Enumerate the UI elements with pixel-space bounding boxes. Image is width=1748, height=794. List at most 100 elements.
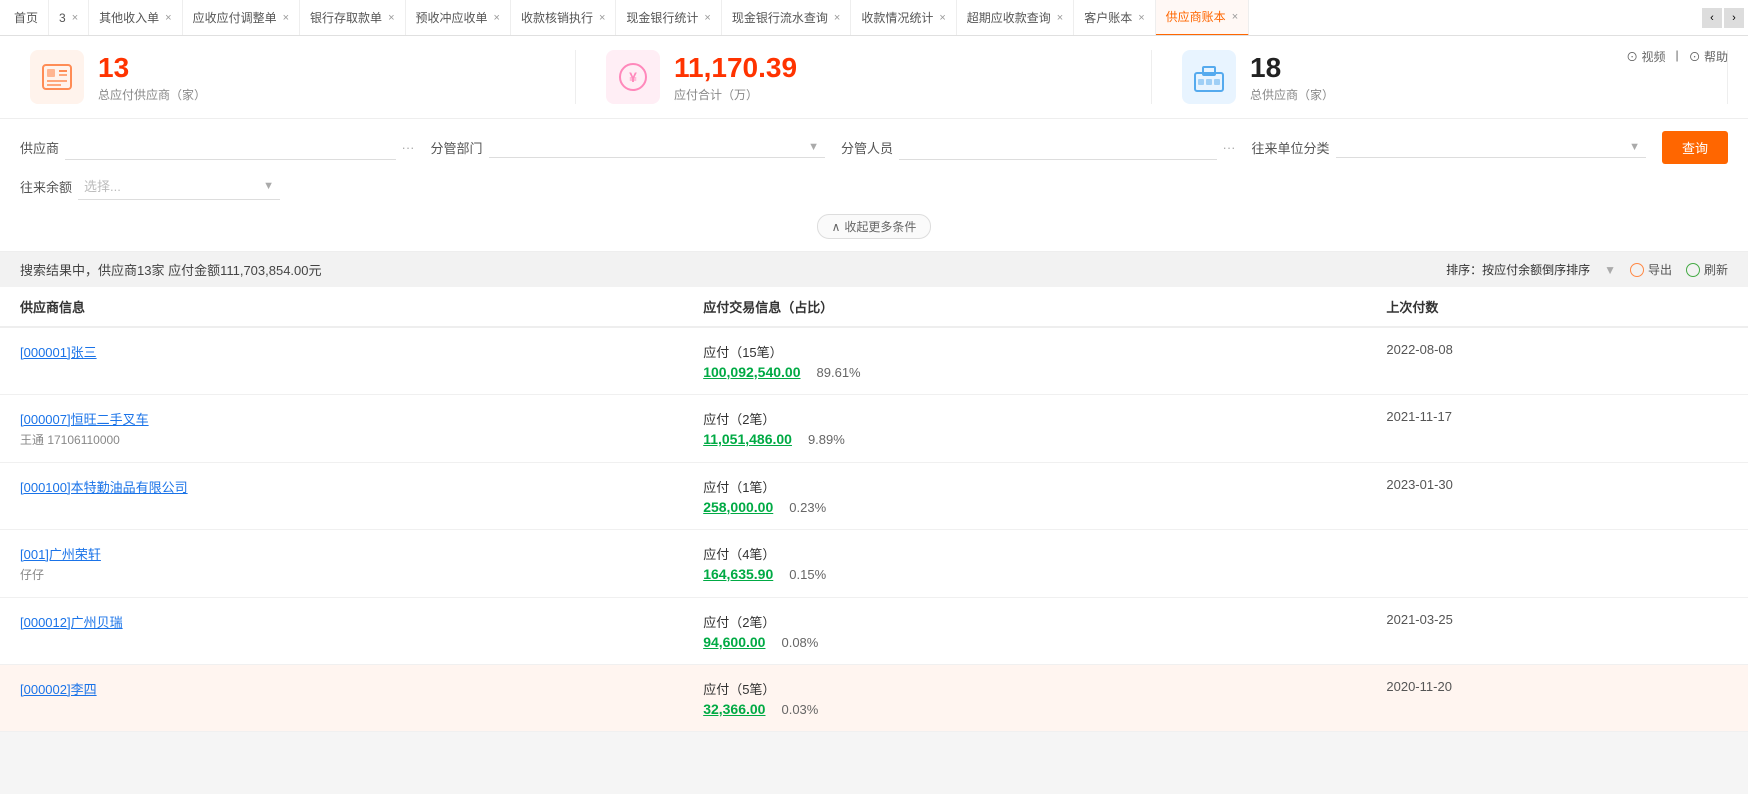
filter-dots-person[interactable]: ··· xyxy=(1223,140,1236,155)
tx-label-2: 应付（1笔） xyxy=(703,477,1386,496)
filter-select-balance[interactable]: 选择... ▼ xyxy=(78,172,280,200)
table-row: [000001]张三 应付（15笔） 100,092,540.00 89.61%… xyxy=(0,328,1748,395)
total-suppliers-label: 总供应商（家） xyxy=(1250,86,1334,103)
tx-percent-3: 0.15% xyxy=(789,567,826,582)
stat-text-total-suppliers: 18 总供应商（家） xyxy=(1250,51,1334,104)
supplier-link-0[interactable]: [000001]张三 xyxy=(20,342,703,361)
dept-dropdown-arrow: ▼ xyxy=(808,141,819,153)
nav-tab-other-income[interactable]: 其他收入单 × xyxy=(89,0,182,36)
filter-area: 供应商 ··· 分管部门 ▼ 分管人员 ··· 往来单位分类 ▼ 查询 往来 xyxy=(0,119,1748,252)
tx-label-5: 应付（5笔） xyxy=(703,679,1386,698)
nav-tab-receivable-exec[interactable]: 收款核销执行 × xyxy=(511,0,616,36)
nav-tab-3[interactable]: 3 × xyxy=(49,0,89,36)
collapse-button[interactable]: ∧ 收起更多条件 xyxy=(817,214,932,239)
total-suppliers-count: 18 xyxy=(1250,51,1334,85)
tx-amount-4[interactable]: 94,600.00 xyxy=(703,634,765,650)
nav-arrows: ‹ › xyxy=(1702,8,1744,28)
supplier-link-2[interactable]: [000100]本特勤油品有限公司 xyxy=(20,477,703,496)
tx-percent-0: 89.61% xyxy=(817,365,861,380)
stat-item-payable-total: ¥ 11,170.39 应付合计（万） xyxy=(576,50,1152,104)
filter-input-person[interactable] xyxy=(899,136,1216,160)
filter-group-supplier: 供应商 ··· xyxy=(20,136,415,160)
tx-amount-2[interactable]: 258,000.00 xyxy=(703,499,773,515)
supplier-link-4[interactable]: [000012]广州贝瑞 xyxy=(20,612,703,631)
close-tab-cash-bank-stats[interactable]: × xyxy=(704,12,710,24)
nav-tab-advance-collect[interactable]: 预收冲应收单 × xyxy=(406,0,511,36)
tx-label-4: 应付（2笔） xyxy=(703,612,1386,631)
table-row: [001]广州荣轩 仔仔 应付（4笔） 164,635.90 0.15% xyxy=(0,530,1748,598)
total-suppliers-icon xyxy=(1182,50,1236,104)
nav-tab-ar-ap-adjust[interactable]: 应收应付调整单 × xyxy=(183,0,300,36)
filter-input-supplier[interactable] xyxy=(65,136,395,160)
tx-percent-5: 0.03% xyxy=(781,702,818,717)
nav-tab-home[interactable]: 首页 xyxy=(4,0,49,36)
tx-amount-0[interactable]: 100,092,540.00 xyxy=(703,364,800,380)
export-button[interactable]: 导出 xyxy=(1630,261,1672,278)
supplier-link-3[interactable]: [001]广州荣轩 xyxy=(20,544,703,563)
nav-tab-overdue-query[interactable]: 超期应收款查询 × xyxy=(957,0,1074,36)
stat-item-payable-suppliers: 13 总应付供应商（家） xyxy=(20,50,576,104)
nav-tab-cash-flow-query[interactable]: 现金银行流水查询 × xyxy=(722,0,851,36)
close-tab-cash-flow-query[interactable]: × xyxy=(834,12,840,24)
tx-info-5: 应付（5笔） 32,366.00 0.03% xyxy=(703,679,1386,717)
filter-select-category[interactable]: ▼ xyxy=(1336,137,1646,158)
nav-tab-collection-stats[interactable]: 收款情况统计 × xyxy=(851,0,956,36)
last-pay-4: 2021-03-25 xyxy=(1386,612,1728,627)
nav-tab-bank-deposit[interactable]: 银行存取款单 × xyxy=(300,0,405,36)
supplier-info-0: [000001]张三 xyxy=(20,342,703,361)
filter-select-dept[interactable]: ▼ xyxy=(489,137,825,158)
table-row: [000100]本特勤油品有限公司 应付（1笔） 258,000.00 0.23… xyxy=(0,463,1748,530)
col-header-last-pay: 上次付数 xyxy=(1386,297,1728,316)
table-header: 供应商信息 应付交易信息（占比） 上次付数 xyxy=(0,287,1748,328)
filter-row-1: 供应商 ··· 分管部门 ▼ 分管人员 ··· 往来单位分类 ▼ 查询 xyxy=(20,131,1728,164)
tx-amount-1[interactable]: 11,051,486.00 xyxy=(703,431,792,447)
nav-next-button[interactable]: › xyxy=(1724,8,1744,28)
payable-suppliers-count: 13 xyxy=(98,51,206,85)
close-tab-other-income[interactable]: × xyxy=(165,12,171,24)
filter-group-category: 往来单位分类 ▼ xyxy=(1252,137,1647,158)
separator: | xyxy=(1676,48,1679,65)
close-tab-overdue-query[interactable]: × xyxy=(1057,12,1063,24)
category-dropdown-arrow: ▼ xyxy=(1629,141,1640,153)
nav-tab-customer-ledger[interactable]: 客户账本 × xyxy=(1074,0,1155,36)
filter-label-person: 分管人员 xyxy=(841,138,893,157)
tx-percent-1: 9.89% xyxy=(808,432,845,447)
nav-tab-cash-bank-stats[interactable]: 现金银行统计 × xyxy=(616,0,721,36)
payable-suppliers-label: 总应付供应商（家） xyxy=(98,86,206,103)
supplier-link-5[interactable]: [000002]李四 xyxy=(20,679,703,698)
supplier-info-2: [000100]本特勤油品有限公司 xyxy=(20,477,703,496)
close-tab-receivable-exec[interactable]: × xyxy=(599,12,605,24)
close-tab-advance-collect[interactable]: × xyxy=(494,12,500,24)
supplier-info-1: [000007]恒旺二手叉车 王通 17106110000 xyxy=(20,409,703,448)
sort-label[interactable]: 排序：按应付余额倒序排序 xyxy=(1446,261,1590,278)
help-link[interactable]: ⊙ 帮助 xyxy=(1689,48,1728,65)
filter-dots-supplier[interactable]: ··· xyxy=(402,140,415,155)
close-tab-ar-ap-adjust[interactable]: × xyxy=(283,12,289,24)
close-tab-customer-ledger[interactable]: × xyxy=(1138,12,1144,24)
close-tab-bank-deposit[interactable]: × xyxy=(388,12,394,24)
close-tab-supplier-ledger[interactable]: × xyxy=(1232,11,1238,23)
supplier-sub-3: 仔仔 xyxy=(20,566,703,583)
stat-text-payable-total: 11,170.39 应付合计（万） xyxy=(674,51,797,104)
close-tab-3[interactable]: × xyxy=(72,12,78,24)
tx-amount-5[interactable]: 32,366.00 xyxy=(703,701,765,717)
filter-label-balance: 往来余额 xyxy=(20,177,72,196)
filter-group-dept: 分管部门 ▼ xyxy=(431,137,826,158)
stats-bar: 13 总应付供应商（家） ¥ 11,170.39 应付合计（万） 1 xyxy=(0,36,1748,119)
supplier-link-1[interactable]: [000007]恒旺二手叉车 xyxy=(20,409,703,428)
tx-amount-3[interactable]: 164,635.90 xyxy=(703,566,773,582)
export-icon xyxy=(1630,263,1644,277)
close-tab-collection-stats[interactable]: × xyxy=(939,12,945,24)
supplier-info-5: [000002]李四 xyxy=(20,679,703,698)
col-header-tx: 应付交易信息（占比） xyxy=(703,297,1386,316)
last-pay-0: 2022-08-08 xyxy=(1386,342,1728,357)
result-summary: 搜索结果中，供应商13家 应付金额111,703,854.00元 xyxy=(20,260,322,279)
nav-prev-button[interactable]: ‹ xyxy=(1702,8,1722,28)
query-button[interactable]: 查询 xyxy=(1662,131,1728,164)
tx-info-4: 应付（2笔） 94,600.00 0.08% xyxy=(703,612,1386,650)
nav-tab-supplier-ledger[interactable]: 供应商账本 × xyxy=(1156,0,1249,36)
video-link[interactable]: ⊙ 视频 xyxy=(1626,48,1665,65)
stat-text-payable-suppliers: 13 总应付供应商（家） xyxy=(98,51,206,104)
table-area: 供应商信息 应付交易信息（占比） 上次付数 [000001]张三 应付（15笔）… xyxy=(0,287,1748,732)
refresh-button[interactable]: 刷新 xyxy=(1686,261,1728,278)
